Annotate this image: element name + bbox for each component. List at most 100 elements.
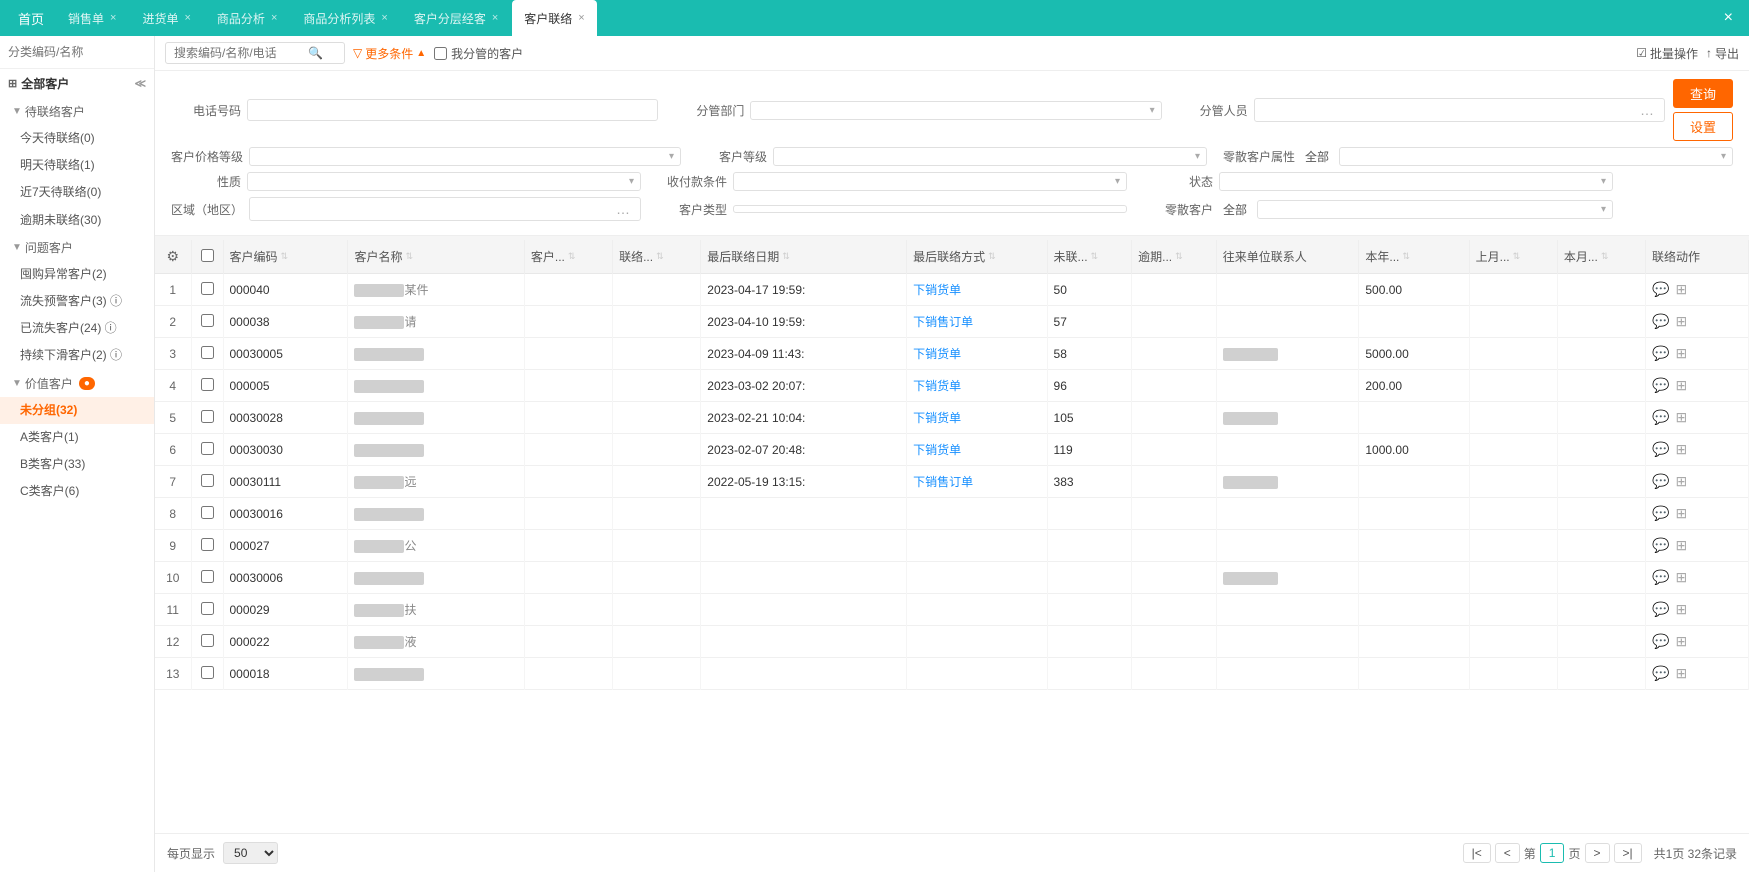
query-button[interactable]: 查询: [1673, 79, 1733, 108]
chat-icon[interactable]: 💬: [1652, 441, 1669, 458]
export-btn[interactable]: ↑ 导出: [1706, 45, 1739, 62]
row-last-method[interactable]: 下销售订单: [907, 466, 1047, 498]
chat-icon[interactable]: 💬: [1652, 281, 1669, 298]
filter-payment-select[interactable]: ▾: [733, 172, 1127, 191]
sidebar-item-classC[interactable]: C类客户(6): [0, 478, 154, 505]
row-name[interactable]: [348, 402, 524, 434]
nav-tab-purchase-close[interactable]: ×: [184, 12, 190, 24]
row-name[interactable]: [348, 562, 524, 594]
col-name-sort[interactable]: ⇅: [405, 251, 413, 262]
chat-icon[interactable]: 💬: [1652, 665, 1669, 682]
nav-tab-purchase[interactable]: 进货单 ×: [130, 0, 202, 36]
nav-tab-customer-contact[interactable]: 客户联络 ×: [512, 0, 596, 36]
col-type-sort[interactable]: ⇅: [568, 251, 576, 262]
col-unlinkd-sort[interactable]: ⇅: [1091, 251, 1099, 262]
all-customers-header[interactable]: ⊞ 全部客户 ≪: [0, 69, 154, 98]
row-last-method[interactable]: [907, 658, 1047, 690]
chat-icon[interactable]: 💬: [1652, 377, 1669, 394]
grid-action-icon[interactable]: ⊞: [1675, 377, 1687, 394]
row-last-method[interactable]: [907, 530, 1047, 562]
sidebar-group-pending[interactable]: ▼ 待联络客户: [0, 98, 154, 125]
sidebar-item-today[interactable]: 今天待联络(0): [0, 125, 154, 152]
sidebar-item-tomorrow[interactable]: 明天待联络(1): [0, 152, 154, 179]
nav-home[interactable]: 首页: [8, 9, 54, 28]
sidebar-item-churn-warn[interactable]: 流失预警客户(3) ⓘ: [0, 288, 154, 315]
nav-tab-customer-tier-close[interactable]: ×: [492, 12, 498, 24]
row-last-method[interactable]: 下销货单: [907, 434, 1047, 466]
grid-action-icon[interactable]: ⊞: [1675, 281, 1687, 298]
grid-action-icon[interactable]: ⊞: [1675, 665, 1687, 682]
row-last-method[interactable]: [907, 594, 1047, 626]
sidebar-item-7days[interactable]: 近7天待联络(0): [0, 179, 154, 206]
row-name[interactable]: 某件: [348, 274, 524, 306]
nav-tab-analysis[interactable]: 商品分析 ×: [205, 0, 289, 36]
row-last-method[interactable]: 下销货单: [907, 274, 1047, 306]
row-checkbox[interactable]: [201, 314, 214, 327]
chat-icon[interactable]: 💬: [1652, 345, 1669, 362]
sidebar-item-classA[interactable]: A类客户(1): [0, 424, 154, 451]
col-contact-sort[interactable]: ⇅: [656, 251, 664, 262]
row-checkbox[interactable]: [201, 666, 214, 679]
sidebar-group-value[interactable]: ▼ 价值客户 ●: [0, 370, 154, 397]
sidebar-item-hoarding[interactable]: 囤购异常客户(2): [0, 261, 154, 288]
row-checkbox[interactable]: [201, 602, 214, 615]
chat-icon[interactable]: 💬: [1652, 409, 1669, 426]
nav-tab-analysis-list-close[interactable]: ×: [381, 12, 387, 24]
filter-region-select[interactable]: …: [249, 197, 641, 221]
row-name[interactable]: 液: [348, 626, 524, 658]
chat-icon[interactable]: 💬: [1652, 569, 1669, 586]
filter-dept-select[interactable]: ▾: [750, 101, 1161, 120]
col-thisyear-sort[interactable]: ⇅: [1402, 251, 1410, 262]
chat-icon[interactable]: 💬: [1652, 537, 1669, 554]
row-checkbox[interactable]: [201, 410, 214, 423]
filter-staff-select[interactable]: …: [1254, 98, 1665, 122]
filter-search-input[interactable]: [174, 46, 304, 60]
page-last-btn[interactable]: >|: [1614, 843, 1642, 863]
row-name[interactable]: 扶: [348, 594, 524, 626]
grid-action-icon[interactable]: ⊞: [1675, 569, 1687, 586]
row-checkbox[interactable]: [201, 474, 214, 487]
chat-icon[interactable]: 💬: [1652, 633, 1669, 650]
row-last-method[interactable]: 下销货单: [907, 370, 1047, 402]
row-checkbox[interactable]: [201, 442, 214, 455]
row-name[interactable]: 请: [348, 306, 524, 338]
row-method-link[interactable]: 下销货单: [913, 379, 961, 393]
row-name[interactable]: 公: [348, 530, 524, 562]
col-thismon-sort[interactable]: ⇅: [1601, 251, 1609, 262]
grid-action-icon[interactable]: ⊞: [1675, 313, 1687, 330]
page-next-btn[interactable]: >: [1585, 843, 1610, 863]
filter-level-select[interactable]: ▾: [773, 147, 1207, 166]
sidebar-item-classB[interactable]: B类客户(33): [0, 451, 154, 478]
row-method-link[interactable]: 下销货单: [913, 283, 961, 297]
sidebar-group-problem[interactable]: ▼ 问题客户: [0, 234, 154, 261]
nav-tab-sales-close[interactable]: ×: [110, 12, 116, 24]
sidebar-search-input[interactable]: [8, 45, 155, 59]
nav-tab-customer-contact-close[interactable]: ×: [578, 12, 584, 24]
grid-action-icon[interactable]: ⊞: [1675, 633, 1687, 650]
row-last-method[interactable]: [907, 626, 1047, 658]
filter-zero-cust-select[interactable]: ▾: [1257, 200, 1613, 219]
select-all-checkbox[interactable]: [201, 249, 214, 262]
grid-action-icon[interactable]: ⊞: [1675, 441, 1687, 458]
row-last-method[interactable]: [907, 498, 1047, 530]
filter-ctype-select[interactable]: [733, 205, 1127, 213]
row-method-link[interactable]: 下销售订单: [913, 315, 973, 329]
row-method-link[interactable]: 下销货单: [913, 443, 961, 457]
row-checkbox[interactable]: [201, 346, 214, 359]
col-method-sort[interactable]: ⇅: [988, 251, 996, 262]
gear-icon[interactable]: ⚙: [166, 248, 179, 264]
grid-action-icon[interactable]: ⊞: [1675, 409, 1687, 426]
nav-tab-analysis-list[interactable]: 商品分析列表 ×: [291, 0, 399, 36]
row-name[interactable]: [348, 498, 524, 530]
row-name[interactable]: 远: [348, 466, 524, 498]
reset-button[interactable]: 设置: [1673, 112, 1733, 141]
sidebar-collapse-icon[interactable]: ≪: [134, 77, 146, 90]
grid-action-icon[interactable]: ⊞: [1675, 537, 1687, 554]
nav-tab-customer-tier[interactable]: 客户分层经客 ×: [402, 0, 510, 36]
filter-my-customers[interactable]: 我分管的客户: [434, 45, 523, 62]
chat-icon[interactable]: 💬: [1652, 505, 1669, 522]
col-lastmon-sort[interactable]: ⇅: [1513, 251, 1521, 262]
sidebar-item-ungrouped[interactable]: 未分组(32): [0, 397, 154, 424]
window-close-btn[interactable]: ×: [1716, 9, 1741, 27]
filter-zero-attr-select[interactable]: ▾: [1339, 147, 1733, 166]
